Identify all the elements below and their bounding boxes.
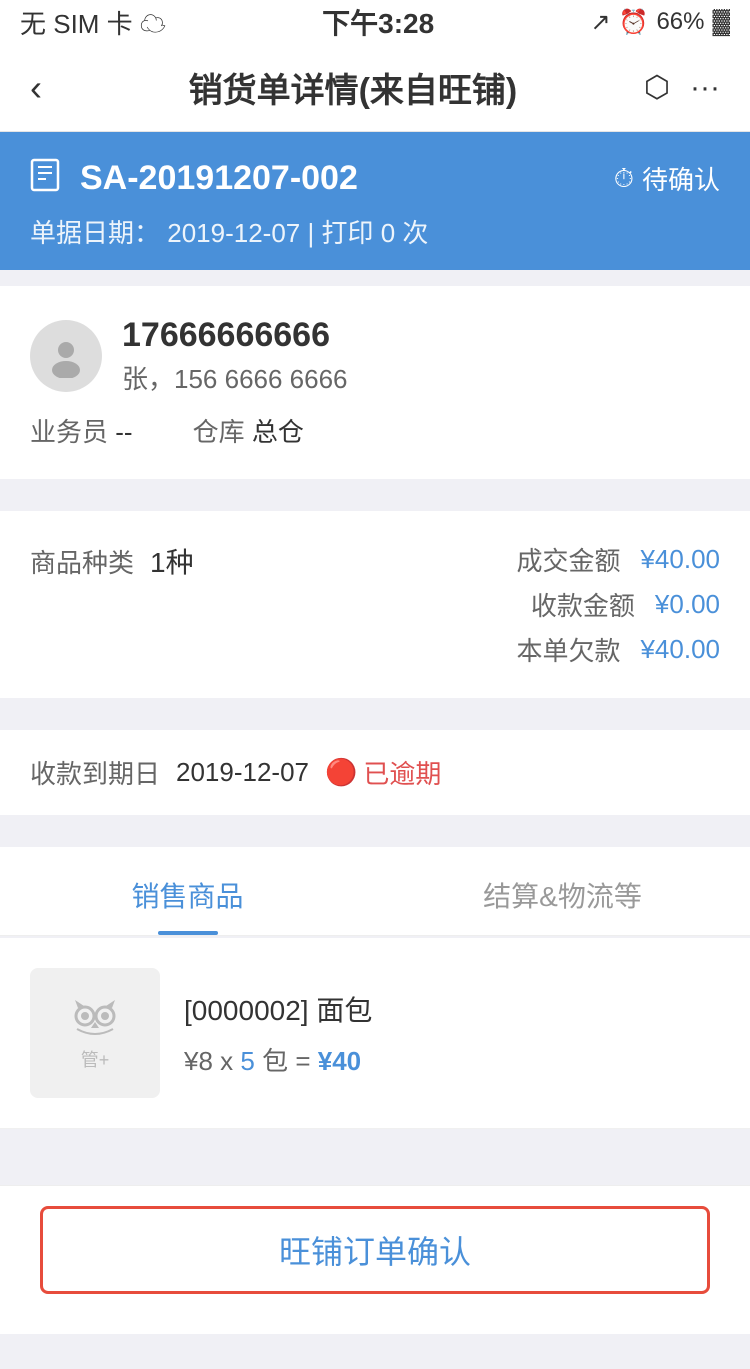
- customer-meta: 业务员 -- 仓库 总仓: [30, 412, 720, 449]
- status-clock-icon: ⏱: [614, 163, 634, 195]
- print-label: | 打印: [307, 218, 380, 248]
- print-suffix: 次: [402, 218, 428, 248]
- salesperson-data: --: [115, 417, 132, 447]
- summary-right: 成交金额 ¥40.00 收款金额 ¥0.00 本单欠款 ¥40.00: [516, 541, 720, 668]
- status-time: 下午3:28: [322, 2, 434, 42]
- battery-level: 66%: [656, 8, 704, 36]
- divider-1: [0, 270, 750, 286]
- salesperson-field: 业务员 --: [30, 412, 133, 449]
- amount-row-1: 成交金额 ¥40.00: [516, 541, 720, 578]
- status-left: 无 SIM 卡 ☁: [20, 4, 166, 41]
- overdue-warning-icon: 🔴: [325, 757, 357, 788]
- amount-row-3: 本单欠款 ¥40.00: [516, 631, 720, 668]
- overdue-badge: 🔴 已逾期: [325, 754, 441, 791]
- summary-left: 商品种类 1种: [30, 541, 516, 581]
- product-title: 面包: [316, 995, 372, 1026]
- location-icon: ↗: [590, 8, 610, 37]
- amount-value-3: ¥40.00: [640, 634, 720, 665]
- order-number-text: SA-20191207-002: [80, 159, 358, 198]
- product-logo: 管+: [65, 994, 125, 1072]
- back-button[interactable]: ‹: [30, 67, 62, 109]
- customer-section: 17666666666 张，156 6666 6666 业务员 -- 仓库 总仓: [0, 286, 750, 479]
- product-qty: 5: [240, 1046, 254, 1076]
- amount-value-2: ¥0.00: [655, 589, 720, 620]
- product-total: ¥40: [318, 1046, 361, 1076]
- order-number: SA-20191207-002: [30, 156, 358, 201]
- divider-4: [0, 831, 750, 847]
- amount-label-1: 成交金额: [516, 541, 620, 578]
- equals-sign: =: [295, 1046, 317, 1076]
- customer-row: 17666666666 张，156 6666 6666: [30, 316, 720, 396]
- product-list: 管+ [0000002] 面包 ¥8 x 5 包 = ¥40: [0, 938, 750, 1129]
- category-value: 1种: [150, 541, 194, 581]
- bottom-button-area: 旺铺订单确认: [0, 1185, 750, 1334]
- order-header-top: SA-20191207-002 ⏱ 待确认: [30, 156, 720, 201]
- price-value: ¥8: [184, 1046, 213, 1076]
- category-label: 商品种类: [30, 543, 134, 580]
- customer-phone: 17666666666: [122, 316, 348, 355]
- nav-actions: ⬡ ···: [644, 70, 720, 105]
- product-code: [0000002]: [184, 995, 309, 1026]
- more-button[interactable]: ···: [690, 71, 720, 105]
- amount-label-3: 本单欠款: [516, 631, 620, 668]
- page-title: 销货单详情(来自旺铺): [62, 63, 644, 112]
- product-thumbnail: 管+: [30, 968, 160, 1098]
- status-text: 待确认: [642, 160, 720, 197]
- product-price: ¥8 x 5 包 = ¥40: [184, 1041, 720, 1078]
- customer-avatar: [30, 320, 102, 392]
- order-header-card: SA-20191207-002 ⏱ 待确认 单据日期： 2019-12-07 |…: [0, 132, 750, 270]
- customer-info: 17666666666 张，156 6666 6666: [122, 316, 348, 396]
- table-row: 管+ [0000002] 面包 ¥8 x 5 包 = ¥40: [0, 938, 750, 1129]
- warehouse-field: 仓库 总仓: [193, 412, 304, 449]
- order-icon: [30, 156, 66, 201]
- wangpu-confirm-button[interactable]: 旺铺订单确认: [40, 1206, 710, 1294]
- summary-section: 商品种类 1种 成交金额 ¥40.00 收款金额 ¥0.00 本单欠款 ¥40.…: [0, 511, 750, 698]
- status-right: ↗ ⏰ 66% ▓: [590, 8, 730, 37]
- date-label: 单据日期：: [30, 218, 160, 248]
- due-date-label: 收款到期日: [30, 754, 160, 791]
- warehouse-label: 仓库: [193, 417, 245, 447]
- divider-3: [0, 714, 750, 730]
- due-date-section: 收款到期日 2019-12-07 🔴 已逾期: [0, 730, 750, 815]
- sim-indicator: 无 SIM 卡 ☁: [20, 4, 166, 41]
- salesperson-label: 业务员: [30, 417, 108, 447]
- date-value: 2019-12-07: [167, 218, 300, 248]
- battery-icon: ▓: [713, 8, 731, 36]
- order-status: ⏱ 待确认: [614, 160, 720, 197]
- status-bar: 无 SIM 卡 ☁ 下午3:28 ↗ ⏰ 66% ▓: [0, 0, 750, 44]
- warehouse-value: 总仓: [252, 417, 304, 447]
- tab-sales-products[interactable]: 销售商品: [0, 847, 375, 935]
- tabs-section: 销售商品 结算&物流等: [0, 847, 750, 936]
- due-date-value: 2019-12-07: [176, 757, 309, 788]
- overdue-text: 已逾期: [363, 754, 441, 791]
- product-name: [0000002] 面包: [184, 989, 720, 1029]
- product-unit: 包: [262, 1046, 288, 1076]
- amount-value-1: ¥40.00: [640, 544, 720, 575]
- customer-name: 张，156 6666 6666: [122, 359, 348, 396]
- print-count: 0: [381, 218, 395, 248]
- divider-2: [0, 495, 750, 511]
- product-info: [0000002] 面包 ¥8 x 5 包 = ¥40: [184, 989, 720, 1078]
- share-button[interactable]: ⬡: [644, 70, 670, 105]
- amount-row-2: 收款金额 ¥0.00: [531, 586, 720, 623]
- price-separator: x: [220, 1046, 240, 1076]
- order-date-line: 单据日期： 2019-12-07 | 打印 0 次: [30, 213, 720, 250]
- amount-label-2: 收款金额: [531, 586, 635, 623]
- nav-bar: ‹ 销货单详情(来自旺铺) ⬡ ···: [0, 44, 750, 132]
- alarm-icon: ⏰: [619, 8, 649, 37]
- tab-settlement[interactable]: 结算&物流等: [375, 847, 750, 935]
